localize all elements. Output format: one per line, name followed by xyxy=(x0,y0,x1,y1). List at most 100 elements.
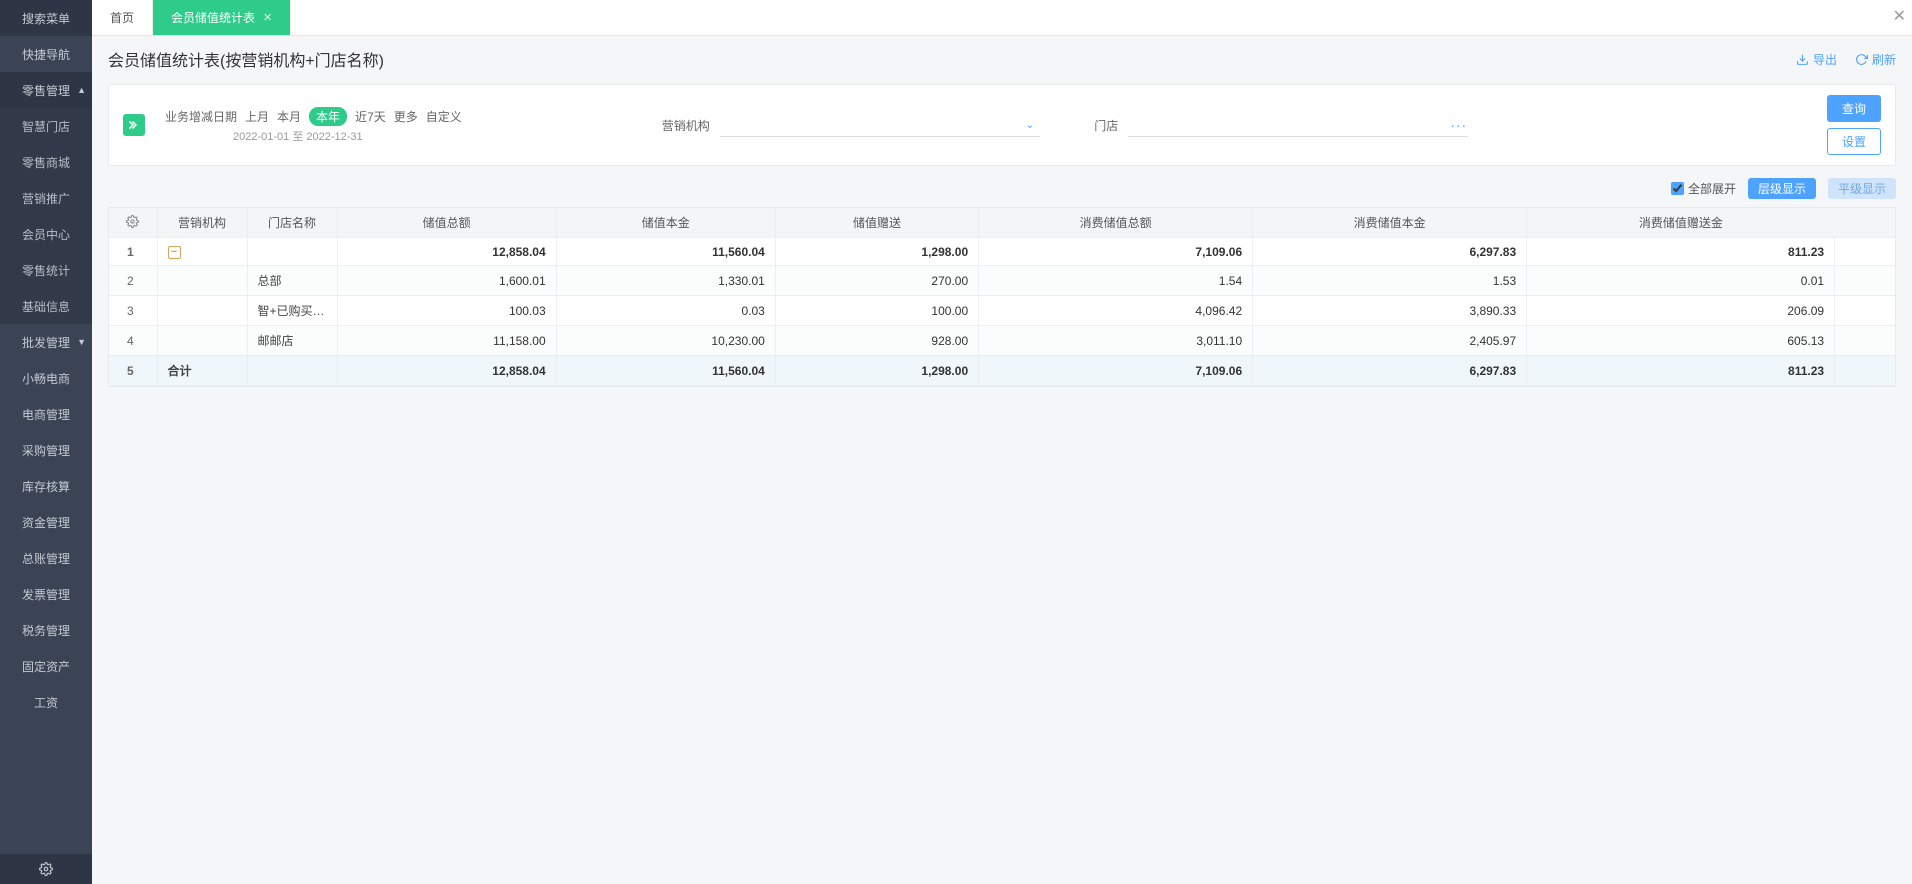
cell-store: 总部 xyxy=(247,266,337,296)
sidebar-settings[interactable] xyxy=(0,854,92,884)
cell-spacer xyxy=(1835,296,1895,326)
cell-value: 7,109.06 xyxy=(979,238,1253,266)
row-number: 1 xyxy=(109,238,157,266)
th: 消费储值总额 xyxy=(979,208,1253,238)
filter-org-label: 营销机构 xyxy=(662,117,710,134)
sidebar: 搜索菜单 快捷导航 零售管理 ▲ 智慧门店 零售商城 营销推广 会员中心 零售统… xyxy=(0,0,92,884)
filter-buttons: 查询 设置 xyxy=(1827,95,1881,155)
sidebar-sub-item[interactable]: 零售商城 xyxy=(0,144,92,180)
sidebar-item[interactable]: 工资 xyxy=(0,684,92,720)
filter-bar: 业务增减日期 上月 本月 本年 近7天 更多 自定义 2022-01-01 至 … xyxy=(108,84,1896,166)
cell-value: 12,858.04 xyxy=(337,356,556,386)
filter-store-input[interactable] xyxy=(1128,114,1468,137)
sidebar-sub-item[interactable]: 基础信息 xyxy=(0,288,92,324)
sidebar-wholesale[interactable]: 批发管理 ▼ xyxy=(0,324,92,360)
th: 储值赠送 xyxy=(775,208,978,238)
chevron-down-icon[interactable]: ⌄ xyxy=(1026,120,1034,131)
cell-value: 1,600.01 xyxy=(337,266,556,296)
table-config-button[interactable] xyxy=(109,208,157,238)
cell-value: 1,330.01 xyxy=(556,266,775,296)
main: 首页 会员储值统计表 ✕ ✕ 会员储值统计表(按营销机构+门店名称) 导出 刷新 xyxy=(92,0,1912,884)
sidebar-item[interactable]: 发票管理 xyxy=(0,576,92,612)
cell-org: 合计 xyxy=(157,356,247,386)
date-chip[interactable]: 更多 xyxy=(394,108,418,125)
sidebar-retail[interactable]: 零售管理 ▲ xyxy=(0,72,92,108)
page-title: 会员储值统计表(按营销机构+门店名称) xyxy=(108,47,384,71)
refresh-icon xyxy=(1855,53,1868,66)
cell-value: 12,858.04 xyxy=(337,238,556,266)
sidebar-sub-item[interactable]: 智慧门店 xyxy=(0,108,92,144)
sidebar-search[interactable]: 搜索菜单 xyxy=(0,0,92,36)
sidebar-item[interactable]: 电商管理 xyxy=(0,396,92,432)
date-chip[interactable]: 近7天 xyxy=(355,108,386,125)
sidebar-item[interactable]: 税务管理 xyxy=(0,612,92,648)
sidebar-wholesale-label: 批发管理 xyxy=(22,334,70,351)
close-icon[interactable]: ✕ xyxy=(263,11,272,24)
collapse-icon[interactable]: − xyxy=(168,246,181,259)
table-row: 4邮邮店11,158.0010,230.00928.003,011.102,40… xyxy=(109,326,1895,356)
more-icon[interactable]: ··· xyxy=(1450,117,1467,133)
cell-value: 2,405.97 xyxy=(1253,326,1527,356)
date-chip[interactable]: 本月 xyxy=(277,108,301,125)
cell-value: 4,096.42 xyxy=(979,296,1253,326)
query-button[interactable]: 查询 xyxy=(1827,95,1881,122)
data-table: 营销机构 门店名称 储值总额 储值本金 储值赠送 消费储值总额 消费储值本金 消… xyxy=(108,207,1896,387)
cell-value: 100.03 xyxy=(337,296,556,326)
filter-date: 业务增减日期 上月 本月 本年 近7天 更多 自定义 2022-01-01 至 … xyxy=(165,107,462,144)
row-number: 4 xyxy=(109,326,157,356)
cell-value: 11,560.04 xyxy=(556,356,775,386)
row-number: 2 xyxy=(109,266,157,296)
filter-store: 门店 ··· xyxy=(1094,114,1467,137)
filter-org: 营销机构 ⌄ xyxy=(662,114,1034,137)
sidebar-quicknav[interactable]: 快捷导航 xyxy=(0,36,92,72)
tab-active[interactable]: 会员储值统计表 ✕ xyxy=(153,0,291,35)
cell-value: 3,011.10 xyxy=(979,326,1253,356)
filter-org-input[interactable] xyxy=(720,114,1040,137)
row-number: 5 xyxy=(109,356,157,386)
tab-home[interactable]: 首页 xyxy=(92,0,153,35)
sidebar-item[interactable]: 总账管理 xyxy=(0,540,92,576)
expand-all-input[interactable] xyxy=(1671,182,1684,195)
cell-store: 邮邮店 xyxy=(247,326,337,356)
page-header: 会员储值统计表(按营销机构+门店名称) 导出 刷新 xyxy=(92,36,1912,82)
cell-value: 10,230.00 xyxy=(556,326,775,356)
sidebar-retail-label: 零售管理 xyxy=(22,82,70,99)
cell-value: 0.01 xyxy=(1527,266,1835,296)
th: 储值本金 xyxy=(556,208,775,238)
export-label: 导出 xyxy=(1813,51,1837,68)
th: 消费储值赠送金 xyxy=(1527,208,1835,238)
sidebar-sub-item[interactable]: 营销推广 xyxy=(0,180,92,216)
sidebar-sub-item[interactable]: 会员中心 xyxy=(0,216,92,252)
gear-icon xyxy=(126,215,139,228)
settings-button[interactable]: 设置 xyxy=(1827,128,1881,155)
cell-spacer xyxy=(1835,356,1895,386)
row-number: 3 xyxy=(109,296,157,326)
sidebar-item[interactable]: 小畅电商 xyxy=(0,360,92,396)
cell-org xyxy=(157,266,247,296)
cell-value: 0.03 xyxy=(556,296,775,326)
caret-up-icon: ▲ xyxy=(77,85,86,95)
sidebar-item[interactable]: 采购管理 xyxy=(0,432,92,468)
export-button[interactable]: 导出 xyxy=(1796,51,1837,68)
cell-value: 6,297.83 xyxy=(1253,356,1527,386)
date-chip-active[interactable]: 本年 xyxy=(309,107,347,126)
th-store: 门店名称 xyxy=(247,208,337,238)
expand-all-checkbox[interactable]: 全部展开 xyxy=(1671,180,1736,197)
table-row: 5合计12,858.0411,560.041,298.007,109.066,2… xyxy=(109,356,1895,386)
close-all-icon[interactable]: ✕ xyxy=(1893,6,1906,26)
filter-date-label: 业务增减日期 xyxy=(165,108,237,125)
sidebar-item[interactable]: 库存核算 xyxy=(0,468,92,504)
cell-store xyxy=(247,356,337,386)
filter-expand-toggle[interactable] xyxy=(123,114,145,136)
date-chip[interactable]: 自定义 xyxy=(426,108,462,125)
sidebar-item[interactable]: 资金管理 xyxy=(0,504,92,540)
refresh-button[interactable]: 刷新 xyxy=(1855,51,1896,68)
date-chip[interactable]: 上月 xyxy=(245,108,269,125)
sidebar-item[interactable]: 固定资产 xyxy=(0,648,92,684)
sidebar-sub-item[interactable]: 零售统计 xyxy=(0,252,92,288)
flat-mode-button[interactable]: 平级显示 xyxy=(1828,178,1896,199)
cell-value: 11,560.04 xyxy=(556,238,775,266)
th: 储值总额 xyxy=(337,208,556,238)
cell-value: 1.54 xyxy=(979,266,1253,296)
hier-mode-button[interactable]: 层级显示 xyxy=(1748,178,1816,199)
